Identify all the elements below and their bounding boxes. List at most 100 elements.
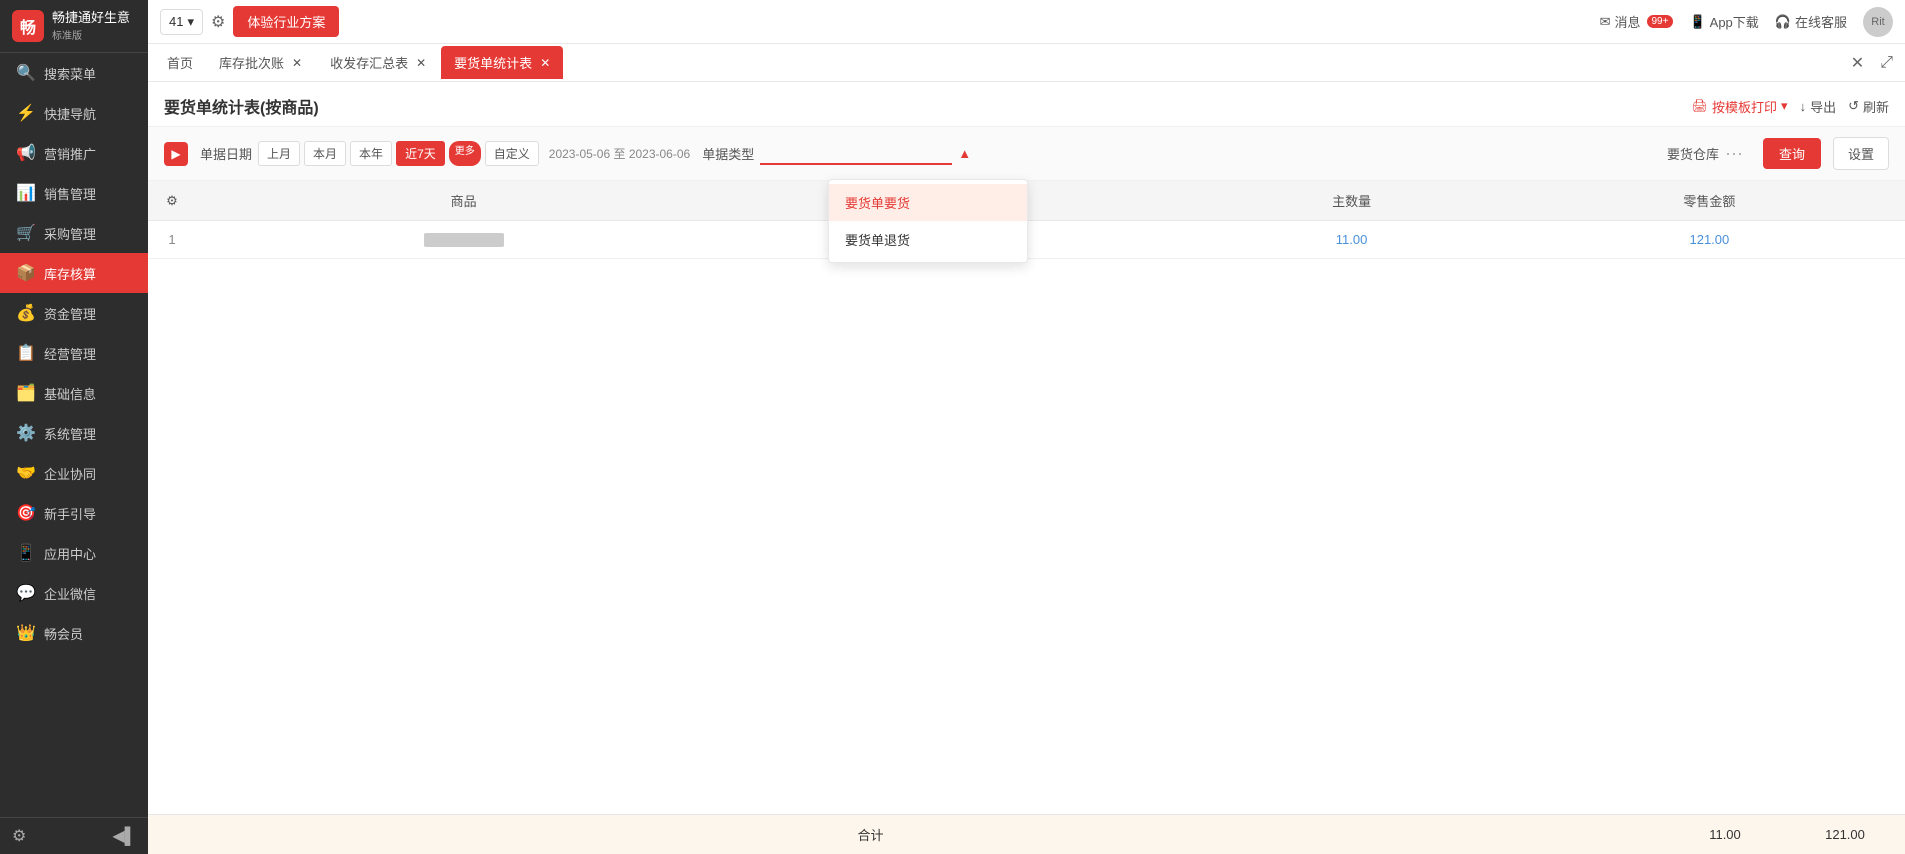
cell-amount[interactable]: 121.00: [1514, 221, 1905, 259]
filter-date-group: 单据日期 上月 本月 本年 近7天 更多 自定义 2023-05-06 至 20…: [200, 141, 690, 166]
sidebar-label-app_center: 应用中心: [44, 544, 96, 563]
cell-qty[interactable]: 11.00: [1189, 221, 1513, 259]
sidebar-icon-marketing: 📢: [16, 143, 36, 163]
sidebar-item-marketing[interactable]: 📢 营销推广: [0, 133, 148, 173]
filter-date-custom[interactable]: 自定义: [485, 141, 539, 166]
export-button[interactable]: ↓ 导出: [1800, 97, 1837, 116]
filter-type-arrow-up[interactable]: ▲: [958, 146, 971, 161]
sidebar-item-inventory[interactable]: 📦 库存核算: [0, 253, 148, 293]
col-product-header: 商品: [196, 181, 731, 221]
print-button[interactable]: 🖨 按模板打印 ▾: [1692, 97, 1788, 116]
sidebar-item-enterprise[interactable]: 🤝 企业协同: [0, 453, 148, 493]
avatar-text: Rit: [1871, 16, 1884, 28]
collapse-icon[interactable]: ◀▌: [112, 826, 136, 846]
avatar[interactable]: Rit: [1863, 7, 1893, 37]
message-button[interactable]: ✉ 消息 99+: [1600, 12, 1674, 31]
filter-date-cur-year[interactable]: 本年: [350, 141, 392, 166]
filter-date-7days[interactable]: 近7天: [396, 141, 445, 166]
col-amount-header: 零售金额: [1514, 181, 1905, 221]
query-button[interactable]: 查询: [1763, 138, 1821, 169]
promo-button[interactable]: 体验行业方案: [233, 6, 339, 37]
message-icon: ✉: [1600, 14, 1611, 30]
col-settings-icon[interactable]: ⚙: [166, 193, 178, 208]
filter-date-range: 2023-05-06 至 2023-06-06: [549, 145, 690, 162]
sidebar-icon-finance: 💰: [16, 303, 36, 323]
sidebar-item-app_center[interactable]: 📱 应用中心: [0, 533, 148, 573]
footer-label: 合计: [196, 825, 1545, 844]
service-label: 在线客服: [1795, 12, 1847, 31]
tabs-close-all[interactable]: ✕: [1847, 49, 1868, 77]
sidebar-item-search[interactable]: 🔍 搜索菜单: [0, 53, 148, 93]
topbar-left: 41 ▾ ⚙ 体验行业方案: [160, 6, 339, 37]
logo-icon: 畅: [12, 10, 44, 42]
tab-home[interactable]: 首页: [156, 46, 204, 79]
sidebar-item-purchase[interactable]: 🛒 采购管理: [0, 213, 148, 253]
store-selector[interactable]: 41 ▾: [160, 9, 203, 35]
settings-icon[interactable]: ⚙: [12, 826, 26, 846]
filter-warehouse-label: 要货仓库: [1667, 144, 1719, 163]
dropdown-item-yaohuodan[interactable]: 要货单要货: [829, 184, 1027, 221]
page-title: 要货单统计表(按商品): [164, 94, 319, 118]
sidebar-item-basic[interactable]: 🗂️ 基础信息: [0, 373, 148, 413]
tab-batch[interactable]: 库存批次账 ✕: [206, 46, 315, 79]
tab-summary-close[interactable]: ✕: [416, 56, 426, 70]
logo-subtitle: 标准版: [52, 27, 130, 42]
type-dropdown: 要货单要货 要货单退货: [828, 179, 1028, 263]
service-button[interactable]: 🎧 在线客服: [1775, 12, 1847, 31]
tab-order-stat-close[interactable]: ✕: [540, 56, 550, 70]
product-blur: [424, 233, 504, 247]
sidebar-label-finance: 资金管理: [44, 304, 96, 323]
filter-type-input[interactable]: [760, 142, 952, 165]
logo-title: 畅捷通好生意: [52, 10, 130, 27]
message-badge: 99+: [1647, 15, 1674, 28]
sidebar: 畅 畅捷通好生意 标准版 🔍 搜索菜单 ⚡ 快捷导航 📢 营销推广 📊 销售管理…: [0, 0, 148, 854]
footer-amount: 121.00: [1785, 827, 1905, 842]
col-settings-header[interactable]: ⚙: [148, 181, 196, 221]
filter-date-options: 上月 本月 本年 近7天 更多 自定义: [258, 141, 539, 166]
store-label: 41: [169, 14, 183, 29]
sidebar-item-shortcut[interactable]: ⚡ 快捷导航: [0, 93, 148, 133]
sidebar-item-finance[interactable]: 💰 资金管理: [0, 293, 148, 333]
refresh-button[interactable]: ↺ 刷新: [1848, 97, 1889, 116]
app-download-button[interactable]: 📱 App下载: [1689, 12, 1758, 31]
dropdown-item-tuihuodan[interactable]: 要货单退货: [829, 221, 1027, 258]
filter-more-badge[interactable]: 更多: [449, 141, 481, 166]
footer-qty: 11.00: [1665, 827, 1785, 842]
cell-row-num: 1: [148, 221, 196, 259]
filter-expand-button[interactable]: ▶: [164, 142, 188, 166]
topbar-gear-icon[interactable]: ⚙: [211, 12, 225, 32]
sidebar-nav: 🔍 搜索菜单 ⚡ 快捷导航 📢 营销推广 📊 销售管理 🛒 采购管理 📦 库存核…: [0, 53, 148, 817]
sidebar-icon-system: ⚙️: [16, 423, 36, 443]
sidebar-item-wechat[interactable]: 💬 企业微信: [0, 573, 148, 613]
message-label: 消息: [1614, 12, 1640, 31]
main-area: 41 ▾ ⚙ 体验行业方案 ✉ 消息 99+ 📱 App下载 🎧 在线客服 Ri…: [148, 0, 1905, 854]
page-header-actions: 🖨 按模板打印 ▾ ↓ 导出 ↺ 刷新: [1692, 97, 1890, 116]
filter-settings-button[interactable]: 设置: [1833, 137, 1889, 170]
tabs-fullscreen[interactable]: ⤢: [1876, 50, 1897, 76]
topbar: 41 ▾ ⚙ 体验行业方案 ✉ 消息 99+ 📱 App下载 🎧 在线客服 Ri…: [148, 0, 1905, 44]
tab-order-stat[interactable]: 要货单统计表 ✕: [441, 46, 563, 79]
app-icon: 📱: [1689, 14, 1705, 30]
sidebar-icon-shortcut: ⚡: [16, 103, 36, 123]
refresh-icon: ↺: [1848, 98, 1859, 114]
filter-warehouse-group: 要货仓库 ···: [1667, 143, 1751, 164]
sidebar-footer: ⚙ ◀▌: [0, 817, 148, 854]
sidebar-label-sales: 销售管理: [44, 184, 96, 203]
sidebar-item-sales[interactable]: 📊 销售管理: [0, 173, 148, 213]
table-footer: 合计 11.00 121.00: [148, 814, 1905, 854]
sidebar-item-guide[interactable]: 🎯 新手引导: [0, 493, 148, 533]
filter-date-prev-month[interactable]: 上月: [258, 141, 300, 166]
sidebar-item-member[interactable]: 👑 畅会员: [0, 613, 148, 653]
col-qty-header: 主数量: [1189, 181, 1513, 221]
sidebar-label-operation: 经营管理: [44, 344, 96, 363]
filter-date-cur-month[interactable]: 本月: [304, 141, 346, 166]
filter-warehouse-dots[interactable]: ···: [1725, 143, 1743, 164]
sidebar-item-system[interactable]: ⚙️ 系统管理: [0, 413, 148, 453]
filter-date-label: 单据日期: [200, 144, 252, 163]
tab-summary[interactable]: 收发存汇总表 ✕: [317, 46, 439, 79]
sidebar-label-enterprise: 企业协同: [44, 464, 96, 483]
sidebar-icon-guide: 🎯: [16, 503, 36, 523]
tab-bar: 首页 库存批次账 ✕ 收发存汇总表 ✕ 要货单统计表 ✕ ✕ ⤢: [148, 44, 1905, 82]
sidebar-item-operation[interactable]: 📋 经营管理: [0, 333, 148, 373]
tab-batch-close[interactable]: ✕: [292, 56, 302, 70]
